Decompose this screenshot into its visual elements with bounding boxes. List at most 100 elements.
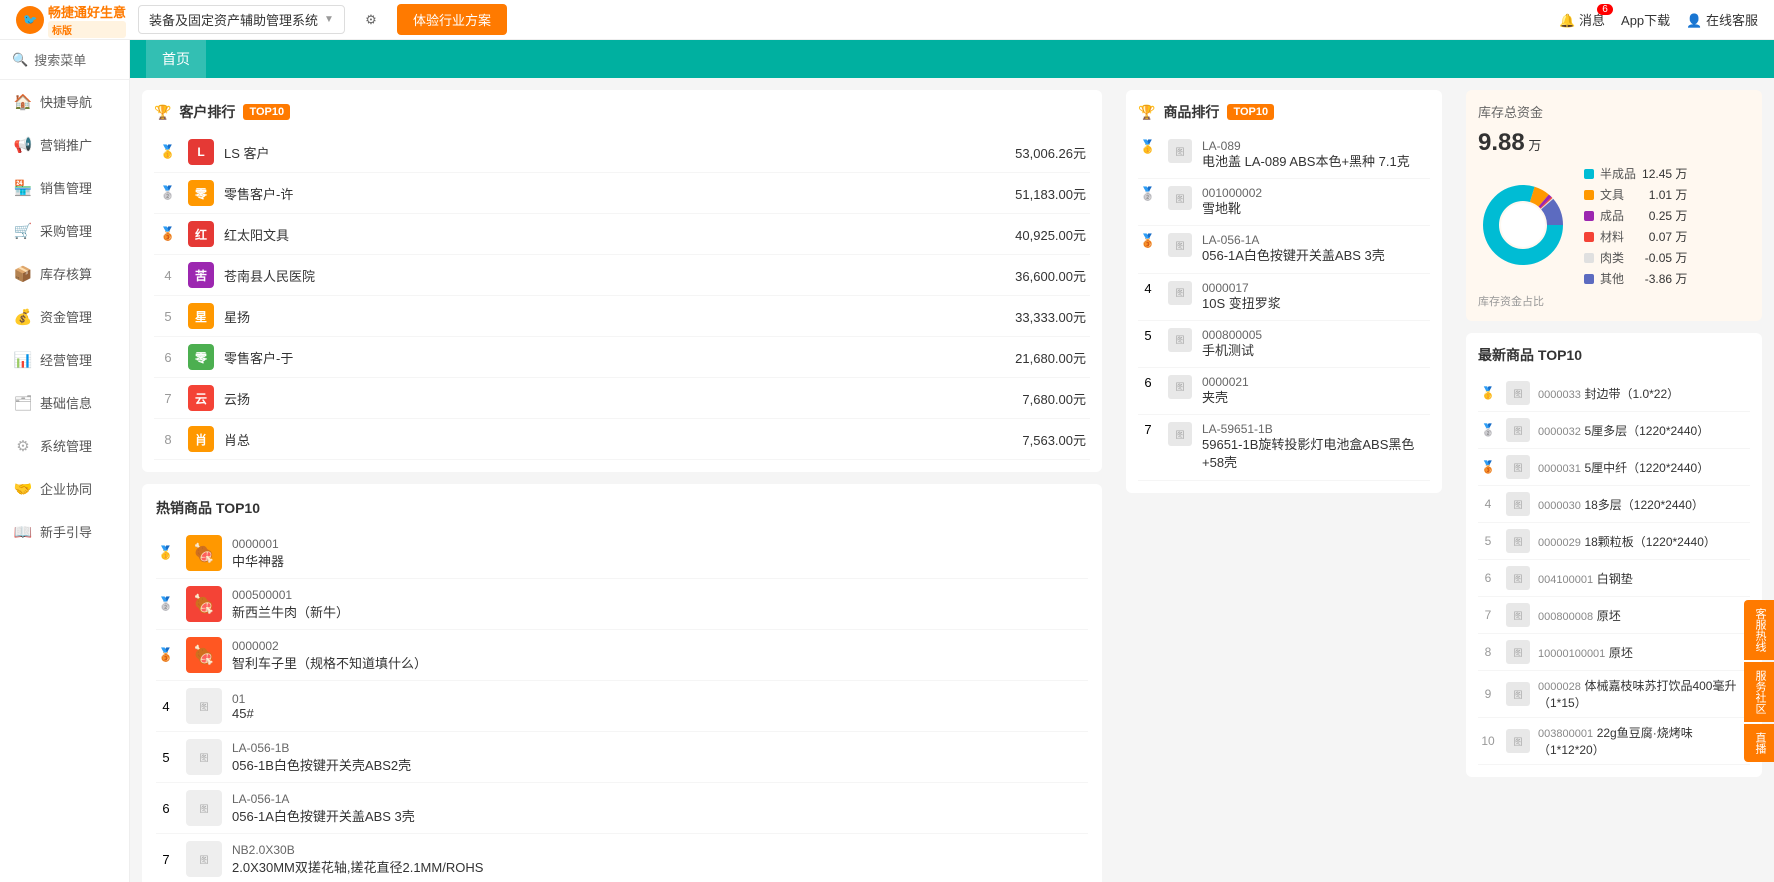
new-products-title: 最新商品 TOP10 [1478, 345, 1750, 365]
sidebar-item-finance[interactable]: 💰 资金管理 [0, 295, 129, 338]
hot-product-item: 5 图 LA-056-1B 056-1B白色按键开关壳ABS2壳 [156, 732, 1088, 783]
new-product-thumb: 图 [1506, 566, 1530, 590]
cs-hotline-btn[interactable]: 客服热线 [1744, 600, 1774, 660]
operations-icon: 📊 [14, 351, 32, 369]
middle-top10-badge: TOP10 [1227, 104, 1274, 120]
search-menu[interactable]: 🔍 搜索菜单 [0, 40, 129, 80]
rank-name: 云扬 [224, 389, 1012, 408]
customer-rank-item: 8 肖 肖总 7,563.00元 [154, 419, 1090, 460]
mid-product-code: 0000021 [1202, 375, 1430, 389]
mid-product-thumb: 图 [1168, 233, 1192, 257]
product-thumbnail: 图 [186, 739, 222, 775]
notification-bell[interactable]: 🔔 消息 6 [1559, 10, 1605, 29]
mid-product-thumb: 图 [1168, 422, 1192, 446]
legend-name: 材料 [1600, 228, 1643, 245]
hot-product-item: 4 图 01 45# [156, 681, 1088, 732]
customer-ranking-title: 🏆 客户排行 TOP10 [154, 102, 1090, 122]
notification-label: 消息 [1579, 13, 1605, 28]
mid-product-thumb: 图 [1168, 375, 1192, 399]
rank-avatar: 星 [188, 303, 214, 329]
new-rank-number: 🥈 [1478, 423, 1498, 437]
middle-product-item: 🥉 图 LA-056-1A 056-1A白色按键开关盖ABS 3壳 [1138, 226, 1430, 273]
mid-product-code: LA-59651-1B [1202, 422, 1430, 436]
trial-button[interactable]: 体验行业方案 [397, 4, 507, 35]
app-badge: 标版 [48, 21, 126, 38]
sidebar-item-operations[interactable]: 📊 经营管理 [0, 338, 129, 381]
sidebar-item-sales[interactable]: 🏪 销售管理 [0, 166, 129, 209]
cs-community-btn[interactable]: 服务社区 [1744, 662, 1774, 722]
rank-avatar: L [188, 139, 214, 165]
product-name: 45# [232, 706, 1088, 721]
sidebar-item-quick-nav[interactable]: 🏠 快捷导航 [0, 80, 129, 123]
online-service-link[interactable]: 👤 在线客服 [1686, 10, 1758, 29]
inventory-label: 库存资金占比 [1478, 293, 1750, 309]
new-products-panel: 最新商品 TOP10 🥇 图 0000033 封边带（1.0*22） 🥈 图 0… [1466, 333, 1762, 777]
cs-live-btn[interactable]: 直播 [1744, 724, 1774, 762]
rank-name: 零售客户-许 [224, 184, 1005, 203]
sidebar-item-cooperation[interactable]: 🤝 企业协同 [0, 467, 129, 510]
hot-product-item: 🥇 🍖 0000001 中华神器 [156, 528, 1088, 579]
new-rank-number: 4 [1478, 497, 1498, 511]
legend-value: 1.01 万 [1649, 186, 1688, 203]
sidebar-item-system[interactable]: ⚙ 系统管理 [0, 424, 129, 467]
new-products-list: 🥇 图 0000033 封边带（1.0*22） 🥈 图 0000032 5厘多层… [1478, 375, 1750, 765]
hot-product-item: 6 图 LA-056-1A 056-1A白色按键开关盖ABS 3壳 [156, 783, 1088, 834]
product-code: 000500001 [232, 588, 1088, 602]
rank-amount: 21,680.00元 [1015, 348, 1086, 367]
new-product-item: 9 图 0000028 体械嘉枝味苏打饮品400毫升（1*15） [1478, 671, 1750, 718]
new-product-name: 原坯 [1609, 646, 1633, 660]
legend-item: 肉类 -0.05 万 [1584, 249, 1687, 266]
rank-number: 5 [158, 309, 178, 324]
legend-name: 其他 [1600, 270, 1639, 287]
product-rank: 🥈 [156, 596, 176, 612]
hot-product-item: 🥈 🍖 000500001 新西兰牛肉（新牛） [156, 579, 1088, 630]
middle-product-item: 7 图 LA-59651-1B 59651-1B旋转投影灯电池盒ABS黑色+58… [1138, 415, 1430, 480]
new-product-thumb: 图 [1506, 418, 1530, 442]
system-selector[interactable]: 装备及固定资产辅助管理系统 ▼ [138, 5, 345, 34]
product-thumbnail: 🍖 [186, 586, 222, 622]
customer-rank-item: 6 零 零售客户-于 21,680.00元 [154, 337, 1090, 378]
new-rank-number: 8 [1478, 645, 1498, 659]
right-panel: 库存总资金 9.88 万 [1454, 78, 1774, 882]
rank-amount: 7,563.00元 [1022, 430, 1086, 449]
sidebar-item-guide[interactable]: 📖 新手引导 [0, 510, 129, 553]
new-product-code: 0000033 [1538, 389, 1581, 401]
customer-rank-item: 5 星 星扬 33,333.00元 [154, 296, 1090, 337]
product-rank: 🥇 [156, 545, 176, 561]
new-product-item: 🥈 图 0000032 5厘多层（1220*2440） [1478, 412, 1750, 449]
product-code: LA-056-1B [232, 741, 1088, 755]
sidebar-item-marketing[interactable]: 📢 营销推广 [0, 123, 129, 166]
new-product-name: 封边带（1.0*22） [1584, 387, 1679, 401]
new-product-item: 🥉 图 0000031 5厘中纤（1220*2440） [1478, 449, 1750, 486]
mid-product-info: 001000002 雪地靴 [1202, 186, 1430, 218]
product-info: 0000001 中华神器 [232, 537, 1088, 570]
product-thumbnail: 🍖 [186, 637, 222, 673]
sidebar-item-purchase[interactable]: 🛒 采购管理 [0, 209, 129, 252]
logo: 🐦 畅捷通好生意 标版 [16, 2, 126, 38]
new-product-code: 0000030 [1538, 500, 1581, 512]
mid-rank-number: 7 [1138, 422, 1158, 437]
new-product-info: 0000028 体械嘉枝味苏打饮品400毫升（1*15） [1538, 677, 1750, 711]
top-bar: 🐦 畅捷通好生意 标版 装备及固定资产辅助管理系统 ▼ ⚙ 体验行业方案 🔔 消… [0, 0, 1774, 40]
rank-amount: 53,006.26元 [1015, 143, 1086, 162]
rank-name: 星扬 [224, 307, 1005, 326]
hot-product-item: 🥉 🍖 0000002 智利车子里（规格不知道填什么） [156, 630, 1088, 681]
new-rank-number: 10 [1478, 734, 1498, 748]
new-product-item: 4 图 0000030 18多层（1220*2440） [1478, 486, 1750, 523]
sidebar-item-basic-info[interactable]: 🗂 基础信息 [0, 381, 129, 424]
new-product-code: 0000028 [1538, 681, 1581, 693]
product-name: 智利车子里（规格不知道填什么） [232, 653, 1088, 672]
rank-amount: 36,600.00元 [1015, 266, 1086, 285]
app-download-link[interactable]: App下载 [1621, 10, 1670, 29]
rank-name: 零售客户-于 [224, 348, 1005, 367]
legend-name: 肉类 [1600, 249, 1639, 266]
nav-home[interactable]: 首页 [146, 40, 206, 78]
rank-number: 7 [158, 391, 178, 406]
mid-rank-number: 🥉 [1138, 233, 1158, 249]
settings-icon[interactable]: ⚙ [357, 6, 385, 34]
sidebar-item-inventory[interactable]: 📦 库存核算 [0, 252, 129, 295]
new-rank-number: 🥉 [1478, 460, 1498, 474]
inventory-unit: 万 [1528, 138, 1541, 153]
hot-products-panel: 热销商品 TOP10 🥇 🍖 0000001 中华神器 🥈 🍖 00050000… [142, 484, 1102, 882]
product-code: 0000001 [232, 537, 1088, 551]
